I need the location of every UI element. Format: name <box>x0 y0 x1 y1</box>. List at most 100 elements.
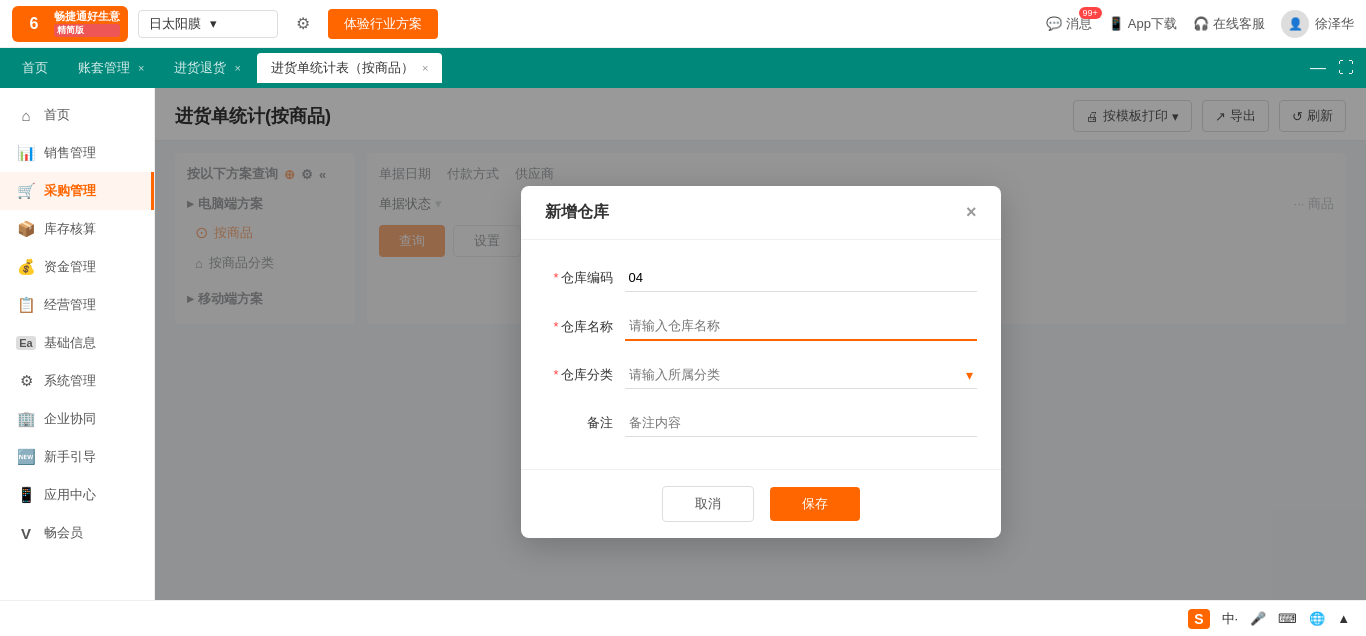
taskbar-expand-icon[interactable]: ▲ <box>1337 611 1350 626</box>
message-icon: 💬 <box>1046 16 1062 31</box>
bottom-bar: S 中· 🎤 ⌨ 🌐 ▲ <box>0 600 1366 636</box>
inventory-icon: 📦 <box>16 220 36 238</box>
sidebar-label-home: 首页 <box>44 106 70 124</box>
vip-icon: V <box>16 525 36 542</box>
sidebar-item-vip[interactable]: V 畅会员 <box>0 514 154 552</box>
sidebar-label-company: 企业协同 <box>44 410 96 428</box>
tab-bar-right: — ⛶ <box>1306 55 1358 81</box>
service-label: 在线客服 <box>1213 15 1265 33</box>
tab-purchase-return[interactable]: 进货退货 × <box>160 53 254 83</box>
modal-body: *仓库编码 *仓库名称 *仓库分类 <box>521 240 1001 469</box>
avatar: 👤 <box>1281 10 1309 38</box>
service-btn[interactable]: 🎧 在线客服 <box>1193 15 1265 33</box>
sidebar-item-company[interactable]: 🏢 企业协同 <box>0 400 154 438</box>
form-row-code: *仓库编码 <box>545 264 977 292</box>
user-area[interactable]: 👤 徐泽华 <box>1281 10 1354 38</box>
tab-purchase-stats-close[interactable]: × <box>422 62 428 74</box>
form-row-category: *仓库分类 ▾ <box>545 361 977 389</box>
name-input[interactable] <box>625 312 977 341</box>
tab-account[interactable]: 账套管理 × <box>64 53 158 83</box>
maximize-icon[interactable]: ⛶ <box>1334 55 1358 81</box>
mobile-icon: 📱 <box>1108 16 1124 31</box>
company-icon: 🏢 <box>16 410 36 428</box>
chevron-down-icon: ▾ <box>210 16 267 31</box>
store-selector[interactable]: 日太阳膜 ▾ <box>138 10 278 38</box>
sidebar-item-app[interactable]: 📱 应用中心 <box>0 476 154 514</box>
sidebar-item-purchase[interactable]: 🛒 采购管理 <box>0 172 154 210</box>
keyboard-icon[interactable]: ⌨ <box>1278 611 1297 626</box>
app-label: App下载 <box>1128 15 1177 33</box>
modal-new-warehouse: 新增仓库 × *仓库编码 *仓库名称 <box>521 186 1001 538</box>
sidebar-item-inventory[interactable]: 📦 库存核算 <box>0 210 154 248</box>
tab-purchase-stats[interactable]: 进货单统计表（按商品） × <box>257 53 442 83</box>
tab-bar: 首页 账套管理 × 进货退货 × 进货单统计表（按商品） × — ⛶ <box>0 48 1366 88</box>
sidebar-label-purchase: 采购管理 <box>44 182 96 200</box>
content-area: 进货单统计(按商品) 🖨 按模板打印 ▾ ↗ 导出 ↺ 刷新 <box>155 88 1366 636</box>
category-label: *仓库分类 <box>545 366 625 384</box>
sidebar-label-app: 应用中心 <box>44 486 96 504</box>
remark-input[interactable] <box>625 409 977 437</box>
modal-footer: 取消 保存 <box>521 469 1001 538</box>
settings-icon[interactable]: ⚙ <box>288 9 318 39</box>
remark-label: 备注 <box>545 414 625 432</box>
sidebar-item-basic[interactable]: Ea 基础信息 <box>0 324 154 362</box>
sidebar: ⌂ 首页 📊 销售管理 🛒 采购管理 📦 库存核算 💰 资金管理 📋 经营管理 … <box>0 88 155 636</box>
mic-icon[interactable]: 🎤 <box>1250 611 1266 626</box>
top-header: 6 畅捷通好生意 精简版 日太阳膜 ▾ ⚙ 体验行业方案 💬 消息 99+ 📱 … <box>0 0 1366 48</box>
category-input[interactable] <box>625 361 977 389</box>
operation-icon: 📋 <box>16 296 36 314</box>
code-input[interactable] <box>625 264 977 292</box>
header-right: 💬 消息 99+ 📱 App下载 🎧 在线客服 👤 徐泽华 <box>1046 10 1354 38</box>
modal-close-btn[interactable]: × <box>966 202 977 223</box>
sidebar-label-finance: 资金管理 <box>44 258 96 276</box>
guide-icon: 🆕 <box>16 448 36 466</box>
modal-header: 新增仓库 × <box>521 186 1001 240</box>
save-btn[interactable]: 保存 <box>770 487 860 521</box>
modal-title: 新增仓库 <box>545 202 609 223</box>
form-row-remark: 备注 <box>545 409 977 437</box>
logo-text: 畅捷通好生意 精简版 <box>54 10 120 37</box>
sidebar-label-basic: 基础信息 <box>44 334 96 352</box>
minimize-icon[interactable]: — <box>1306 55 1330 81</box>
app-icon: 📱 <box>16 486 36 504</box>
code-label: *仓库编码 <box>545 269 625 287</box>
sidebar-item-guide[interactable]: 🆕 新手引导 <box>0 438 154 476</box>
logo-main: 畅捷通好生意 <box>54 10 120 23</box>
experience-btn[interactable]: 体验行业方案 <box>328 9 438 39</box>
modal-overlay[interactable]: 新增仓库 × *仓库编码 *仓库名称 <box>155 88 1366 636</box>
sidebar-item-system[interactable]: ⚙ 系统管理 <box>0 362 154 400</box>
message-badge: 99+ <box>1079 7 1102 19</box>
tab-home[interactable]: 首页 <box>8 53 62 83</box>
name-label: *仓库名称 <box>545 318 625 336</box>
system-icon: ⚙ <box>16 372 36 390</box>
ime-label: 中· <box>1222 610 1239 628</box>
tab-purchase-stats-label: 进货单统计表（按商品） <box>271 59 414 77</box>
sidebar-item-finance[interactable]: 💰 资金管理 <box>0 248 154 286</box>
message-btn[interactable]: 💬 消息 99+ <box>1046 15 1092 33</box>
sidebar-item-sales[interactable]: 📊 销售管理 <box>0 134 154 172</box>
sidebar-item-operation[interactable]: 📋 经营管理 <box>0 286 154 324</box>
cancel-btn[interactable]: 取消 <box>662 486 754 522</box>
sidebar-label-guide: 新手引导 <box>44 448 96 466</box>
tab-purchase-return-close[interactable]: × <box>234 62 240 74</box>
tab-purchase-return-label: 进货退货 <box>174 59 226 77</box>
sidebar-label-inventory: 库存核算 <box>44 220 96 238</box>
purchase-icon: 🛒 <box>16 182 36 200</box>
tab-home-label: 首页 <box>22 59 48 77</box>
app-download-btn[interactable]: 📱 App下载 <box>1108 15 1177 33</box>
globe-icon[interactable]: 🌐 <box>1309 611 1325 626</box>
sidebar-item-home[interactable]: ⌂ 首页 <box>0 96 154 134</box>
category-select-wrapper: ▾ <box>625 361 977 389</box>
form-row-name: *仓库名称 <box>545 312 977 341</box>
tab-account-close[interactable]: × <box>138 62 144 74</box>
tab-account-label: 账套管理 <box>78 59 130 77</box>
sidebar-label-operation: 经营管理 <box>44 296 96 314</box>
store-name: 日太阳膜 <box>149 15 206 33</box>
sidebar-label-sales: 销售管理 <box>44 144 96 162</box>
finance-icon: 💰 <box>16 258 36 276</box>
headset-icon: 🎧 <box>1193 16 1209 31</box>
sales-icon: 📊 <box>16 144 36 162</box>
logo-icon: 6 <box>20 10 48 38</box>
sidebar-label-system: 系统管理 <box>44 372 96 390</box>
user-name: 徐泽华 <box>1315 15 1354 33</box>
